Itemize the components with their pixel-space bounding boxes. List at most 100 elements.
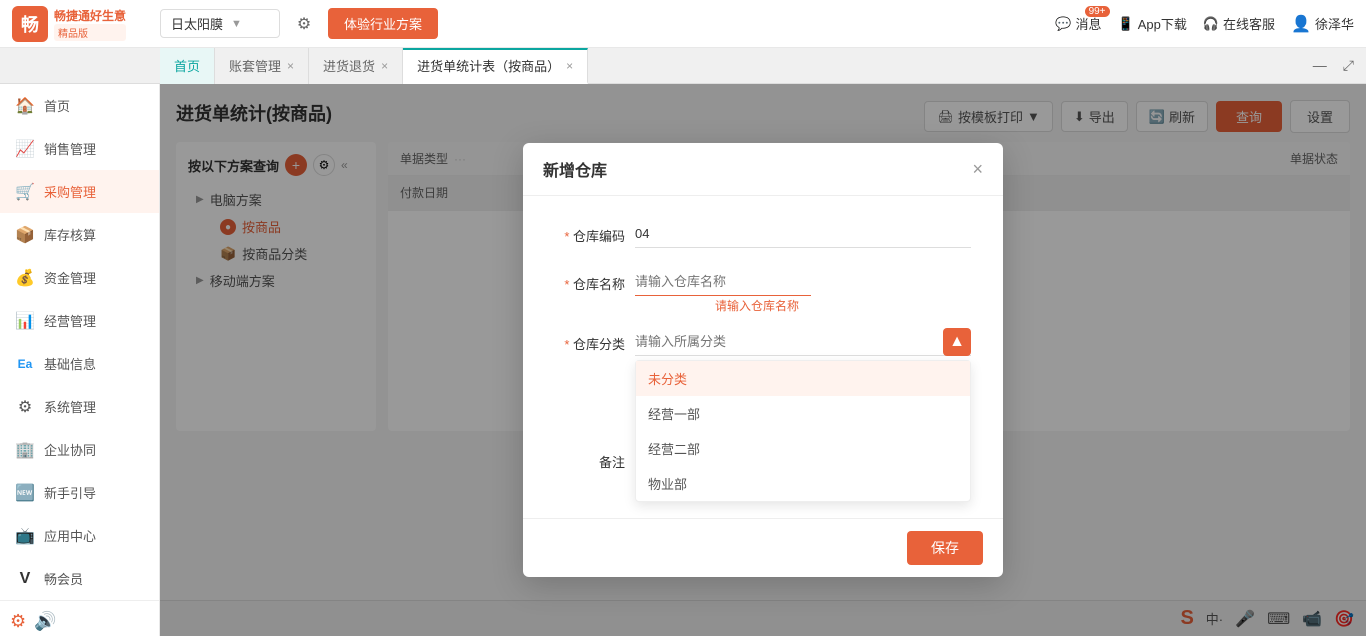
inventory-icon: 📦 [16, 226, 34, 244]
mobile-icon: 📱 [1118, 16, 1134, 32]
purchase-icon: 🛒 [16, 183, 34, 201]
tab-controls: — ⤢ [1309, 57, 1366, 74]
sidebar-item-guide[interactable]: 🆕 新手引导 [0, 471, 159, 514]
warehouse-category-row: * 仓库分类 ▲ 未分类 经营一部 经营二部 物业部 [555, 328, 971, 356]
home-icon: 🏠 [16, 97, 34, 115]
settings-bottom-icon[interactable]: ⚙ [10, 611, 26, 632]
warehouse-category-select-wrap: ▲ 未分类 经营一部 经营二部 物业部 [635, 328, 971, 356]
logo-title: 畅捷通好生意 [54, 7, 126, 24]
logo-area: 畅 畅捷通好生意 精品版 [12, 6, 152, 42]
app-center-icon: 📺 [16, 527, 34, 545]
warehouse-name-field-wrap: 请输入仓库名称 [635, 268, 971, 296]
message-badge: 99+ [1085, 6, 1110, 17]
user-item[interactable]: 👤 徐泽华 [1291, 14, 1354, 34]
warehouse-code-label: * 仓库编码 [555, 220, 635, 245]
store-selector[interactable]: 日太阳膜 ▼ [160, 9, 280, 38]
enterprise-icon: 🏢 [16, 441, 34, 459]
sidebar-bottom: ⚙ 🔊 [0, 600, 159, 636]
sidebar-item-enterprise[interactable]: 🏢 企业协同 [0, 428, 159, 471]
sidebar-label-inventory: 库存核算 [44, 225, 96, 244]
accounts-tab-close-icon[interactable]: × [287, 59, 294, 73]
sidebar-item-operations[interactable]: 📊 经营管理 [0, 299, 159, 342]
sidebar-label-purchase: 采购管理 [44, 182, 96, 201]
sidebar-item-inventory[interactable]: 📦 库存核算 [0, 213, 159, 256]
sidebar-label-system: 系统管理 [44, 397, 96, 416]
tab-home[interactable]: 首页 [160, 48, 215, 84]
username: 徐泽华 [1315, 14, 1354, 33]
tab-minimize-icon[interactable]: — [1309, 57, 1331, 74]
basic-info-icon: Ea [16, 355, 34, 373]
app-download-item[interactable]: 📱 App下载 [1118, 14, 1187, 33]
home-tab-label: 首页 [174, 56, 200, 75]
dropdown-item-property[interactable]: 物业部 [636, 466, 970, 501]
content-area: 进货单统计(按商品) 🖨 按模板打印 ▼ ⬇ 导出 🔄 刷新 查询 设置 [160, 84, 1366, 636]
dropdown-item-ops1[interactable]: 经营一部 [636, 396, 970, 431]
tab-expand-icon[interactable]: ⤢ [1339, 57, 1358, 74]
sales-icon: 📈 [16, 140, 34, 158]
header-right: 💬 消息 99+ 📱 App下载 🎧 在线客服 👤 徐泽华 [1055, 14, 1354, 34]
purchase-stats-tab-close-icon[interactable]: × [566, 59, 573, 73]
store-name: 日太阳膜 [171, 14, 223, 33]
headset-icon: 🎧 [1203, 16, 1219, 32]
user-avatar-icon: 👤 [1291, 14, 1311, 34]
sidebar-item-purchase[interactable]: 🛒 采购管理 [0, 170, 159, 213]
new-warehouse-dialog: 新增仓库 × * 仓库编码 * 仓库名称 [523, 143, 1003, 577]
warehouse-category-input[interactable] [635, 328, 971, 356]
speaker-bottom-icon[interactable]: 🔊 [34, 611, 56, 632]
sidebar-item-app-center[interactable]: 📺 应用中心 [0, 514, 159, 557]
sidebar-label-guide: 新手引导 [44, 483, 96, 502]
tab-purchase-return[interactable]: 进货退货 × [309, 48, 403, 84]
store-dropdown-arrow: ▼ [231, 18, 242, 30]
warehouse-category-label: * 仓库分类 [555, 328, 635, 353]
dialog-footer: 保存 [523, 518, 1003, 577]
category-dropdown-toggle[interactable]: ▲ [943, 328, 971, 356]
dropdown-item-ops2[interactable]: 经营二部 [636, 431, 970, 466]
top-header: 畅 畅捷通好生意 精品版 日太阳膜 ▼ ⚙ 体验行业方案 💬 消息 99+ 📱 … [0, 0, 1366, 48]
sidebar: 🏠 首页 📈 销售管理 🛒 采购管理 📦 库存核算 💰 资金管理 📊 经营管理 … [0, 84, 160, 636]
notes-label: 备注 [555, 446, 635, 471]
online-service-item[interactable]: 🎧 在线客服 [1203, 14, 1275, 33]
gear-icon: ⚙ [297, 14, 311, 34]
message-icon: 💬 [1055, 16, 1071, 32]
warehouse-name-label: * 仓库名称 [555, 268, 635, 293]
sidebar-label-enterprise: 企业协同 [44, 440, 96, 459]
sidebar-item-home[interactable]: 🏠 首页 [0, 84, 159, 127]
sidebar-label-member: 畅会员 [44, 569, 83, 588]
sidebar-label-operations: 经营管理 [44, 311, 96, 330]
purchase-return-tab-close-icon[interactable]: × [381, 59, 388, 73]
tab-accounts[interactable]: 账套管理 × [215, 48, 309, 84]
warehouse-name-row: * 仓库名称 请输入仓库名称 [555, 268, 971, 296]
warehouse-code-row: * 仓库编码 [555, 220, 971, 248]
dialog-title: 新增仓库 [543, 157, 607, 181]
sidebar-label-finance: 资金管理 [44, 268, 96, 287]
purchase-return-tab-label: 进货退货 [323, 56, 375, 75]
sidebar-item-sales[interactable]: 📈 销售管理 [0, 127, 159, 170]
required-star1: * [564, 229, 573, 244]
message-item[interactable]: 💬 消息 99+ [1055, 14, 1101, 33]
dialog-close-button[interactable]: × [972, 159, 983, 180]
tab-purchase-stats[interactable]: 进货单统计表（按商品） × [403, 48, 588, 84]
sidebar-item-system[interactable]: ⚙ 系统管理 [0, 385, 159, 428]
sidebar-label-basic-info: 基础信息 [44, 354, 96, 373]
warehouse-name-error-msg: 请输入仓库名称 [715, 297, 799, 314]
dialog-body: * 仓库编码 * 仓库名称 请输入仓库名称 [523, 196, 1003, 518]
purchase-stats-tab-label: 进货单统计表（按商品） [417, 56, 560, 75]
warehouse-name-input[interactable] [635, 268, 811, 296]
gear-button[interactable]: ⚙ [288, 8, 320, 40]
sidebar-item-finance[interactable]: 💰 资金管理 [0, 256, 159, 299]
category-dropdown: 未分类 经营一部 经营二部 物业部 [635, 360, 971, 502]
sidebar-label-sales: 销售管理 [44, 139, 96, 158]
member-icon: V [16, 570, 34, 588]
trial-button[interactable]: 体验行业方案 [328, 8, 438, 39]
accounts-tab-label: 账套管理 [229, 56, 281, 75]
logo-text-block: 畅捷通好生意 精品版 [54, 7, 126, 41]
dropdown-item-unclassified[interactable]: 未分类 [636, 361, 970, 396]
sidebar-item-basic-info[interactable]: Ea 基础信息 [0, 342, 159, 385]
save-button[interactable]: 保存 [907, 531, 983, 565]
dialog-header: 新增仓库 × [523, 143, 1003, 196]
app-download-label: App下载 [1138, 14, 1187, 33]
online-service-label: 在线客服 [1223, 14, 1275, 33]
warehouse-code-input[interactable] [635, 220, 971, 248]
main-layout: 🏠 首页 📈 销售管理 🛒 采购管理 📦 库存核算 💰 资金管理 📊 经营管理 … [0, 84, 1366, 636]
sidebar-item-member[interactable]: V 畅会员 [0, 557, 159, 600]
